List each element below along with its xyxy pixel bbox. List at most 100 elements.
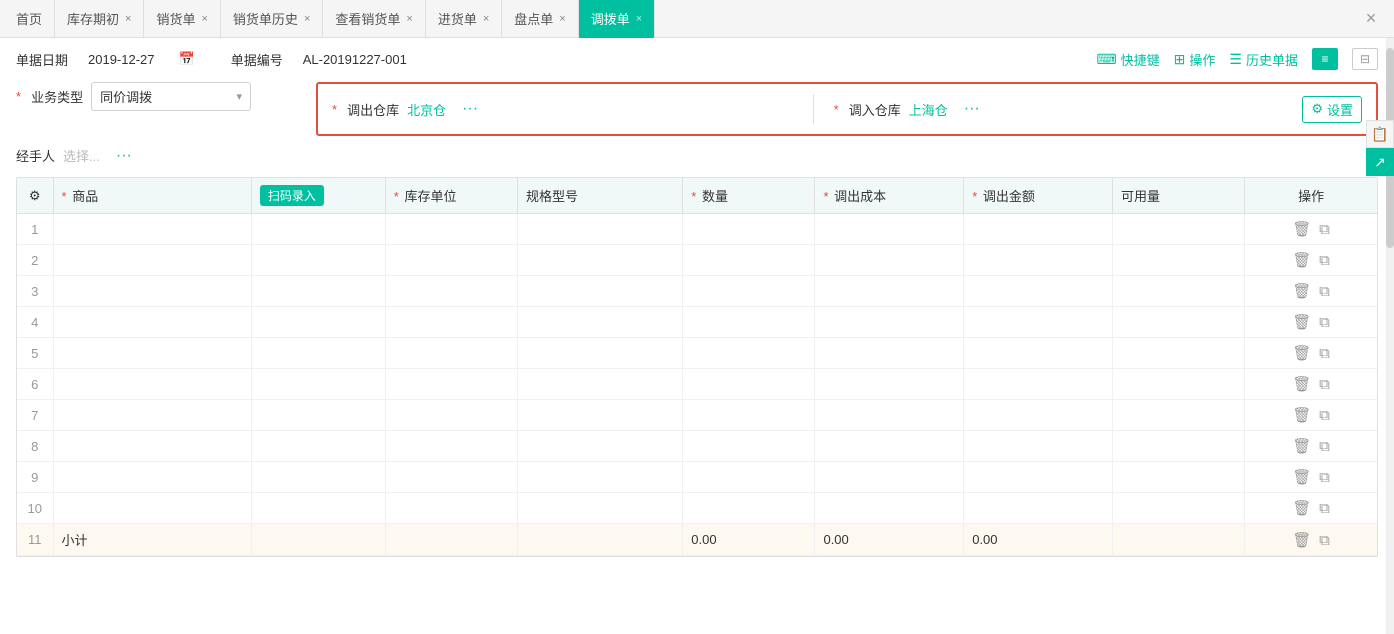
row-amount[interactable] <box>964 369 1113 400</box>
tab-purchase[interactable]: 进货单 × <box>426 0 502 38</box>
row-unit[interactable] <box>385 276 517 307</box>
row-qty[interactable] <box>683 462 815 493</box>
row-product[interactable] <box>53 214 251 245</box>
row-amount[interactable] <box>964 338 1113 369</box>
copy-row-icon[interactable]: ⧉ <box>1319 221 1330 238</box>
copy-row-icon[interactable]: ⧉ <box>1319 283 1330 300</box>
copy-row-icon[interactable]: ⧉ <box>1319 500 1330 517</box>
tab-inventory-init-close[interactable]: × <box>125 13 131 25</box>
row-cost[interactable] <box>815 276 964 307</box>
row-product[interactable] <box>53 338 251 369</box>
row-qty[interactable] <box>683 307 815 338</box>
row-product[interactable] <box>53 493 251 524</box>
calendar-icon[interactable]: 📅 <box>179 51 195 67</box>
row-amount[interactable] <box>964 400 1113 431</box>
row-spec[interactable] <box>517 431 682 462</box>
row-amount[interactable] <box>964 214 1113 245</box>
delete-row-icon[interactable]: 🗑 <box>1292 500 1311 517</box>
target-warehouse-more-button[interactable]: ··· <box>964 100 980 118</box>
copy-icon[interactable]: ⧉ <box>1319 532 1330 549</box>
row-spec[interactable] <box>517 493 682 524</box>
settings-button[interactable]: ⚙ 设置 <box>1302 96 1362 123</box>
row-amount[interactable] <box>964 245 1113 276</box>
scan-entry-button[interactable]: 扫码录入 <box>260 185 324 206</box>
tab-transfer-close[interactable]: × <box>636 13 642 25</box>
operations-button[interactable]: ⊞ 操作 <box>1174 50 1216 69</box>
row-spec[interactable] <box>517 276 682 307</box>
tab-inventory-check-close[interactable]: × <box>559 13 565 25</box>
tab-sales-history[interactable]: 销货单历史 × <box>221 0 323 38</box>
copy-row-icon[interactable]: ⧉ <box>1319 469 1330 486</box>
layout-grid-button[interactable]: ⊟ <box>1352 48 1378 70</box>
delete-row-icon[interactable]: 🗑 <box>1292 283 1311 300</box>
row-product[interactable] <box>53 400 251 431</box>
source-warehouse-more-button[interactable]: ··· <box>462 100 478 118</box>
col-scan[interactable]: 扫码录入 <box>251 178 385 214</box>
row-qty[interactable] <box>683 276 815 307</box>
row-spec[interactable] <box>517 307 682 338</box>
col-gear[interactable]: ⚙ <box>17 178 53 214</box>
row-spec[interactable] <box>517 462 682 493</box>
row-amount[interactable] <box>964 462 1113 493</box>
row-unit[interactable] <box>385 462 517 493</box>
row-product[interactable] <box>53 462 251 493</box>
tab-view-sales[interactable]: 查看销货单 × <box>323 0 425 38</box>
tab-sales-history-close[interactable]: × <box>304 13 310 25</box>
copy-row-icon[interactable]: ⧉ <box>1319 376 1330 393</box>
row-unit[interactable] <box>385 338 517 369</box>
sidebar-export-button[interactable]: ↗ <box>1366 148 1394 176</box>
row-cost[interactable] <box>815 245 964 276</box>
row-spec[interactable] <box>517 214 682 245</box>
row-spec[interactable] <box>517 369 682 400</box>
person-select[interactable]: 选择... <box>63 146 100 165</box>
delete-row-icon[interactable]: 🗑 <box>1292 438 1311 455</box>
row-unit[interactable] <box>385 369 517 400</box>
row-unit[interactable] <box>385 400 517 431</box>
row-product[interactable] <box>53 245 251 276</box>
window-close-button[interactable]: × <box>1356 4 1386 34</box>
layout-list-button[interactable]: ≡ <box>1312 48 1338 70</box>
row-cost[interactable] <box>815 307 964 338</box>
tab-transfer[interactable]: 调拨单 × <box>579 0 655 38</box>
person-more-button[interactable]: ··· <box>116 147 132 165</box>
row-product[interactable] <box>53 307 251 338</box>
tab-purchase-close[interactable]: × <box>483 13 489 25</box>
delete-row-icon[interactable]: 🗑 <box>1292 314 1311 331</box>
row-qty[interactable] <box>683 338 815 369</box>
row-unit[interactable] <box>385 493 517 524</box>
copy-row-icon[interactable]: ⧉ <box>1319 438 1330 455</box>
row-amount[interactable] <box>964 276 1113 307</box>
row-spec[interactable] <box>517 400 682 431</box>
tab-inventory-init[interactable]: 库存期初 × <box>55 0 144 38</box>
row-qty[interactable] <box>683 431 815 462</box>
history-button[interactable]: ☰ 历史单据 <box>1229 50 1298 69</box>
copy-row-icon[interactable]: ⧉ <box>1319 407 1330 424</box>
row-cost[interactable] <box>815 338 964 369</box>
row-spec[interactable] <box>517 338 682 369</box>
row-cost[interactable] <box>815 369 964 400</box>
row-unit[interactable] <box>385 431 517 462</box>
delete-row-icon[interactable]: 🗑 <box>1292 221 1311 238</box>
tab-inventory-check[interactable]: 盘点单 × <box>502 0 578 38</box>
row-amount[interactable] <box>964 431 1113 462</box>
row-spec[interactable] <box>517 245 682 276</box>
delete-row-icon[interactable]: 🗑 <box>1292 252 1311 269</box>
delete-row-icon[interactable]: 🗑 <box>1292 345 1311 362</box>
row-unit[interactable] <box>385 245 517 276</box>
row-cost[interactable] <box>815 431 964 462</box>
tab-sales-order[interactable]: 销货单 × <box>144 0 220 38</box>
business-type-select[interactable]: 同价调拨 ▾ <box>91 82 251 111</box>
row-unit[interactable] <box>385 214 517 245</box>
row-amount[interactable] <box>964 493 1113 524</box>
row-cost[interactable] <box>815 214 964 245</box>
row-product[interactable] <box>53 276 251 307</box>
row-qty[interactable] <box>683 369 815 400</box>
delete-icon[interactable]: 🗑 <box>1292 532 1311 549</box>
shortcuts-button[interactable]: ⌨ 快捷键 <box>1096 50 1159 69</box>
row-amount[interactable] <box>964 307 1113 338</box>
copy-row-icon[interactable]: ⧉ <box>1319 345 1330 362</box>
copy-row-icon[interactable]: ⧉ <box>1319 314 1330 331</box>
tab-sales-order-close[interactable]: × <box>201 13 207 25</box>
delete-row-icon[interactable]: 🗑 <box>1292 469 1311 486</box>
row-qty[interactable] <box>683 214 815 245</box>
